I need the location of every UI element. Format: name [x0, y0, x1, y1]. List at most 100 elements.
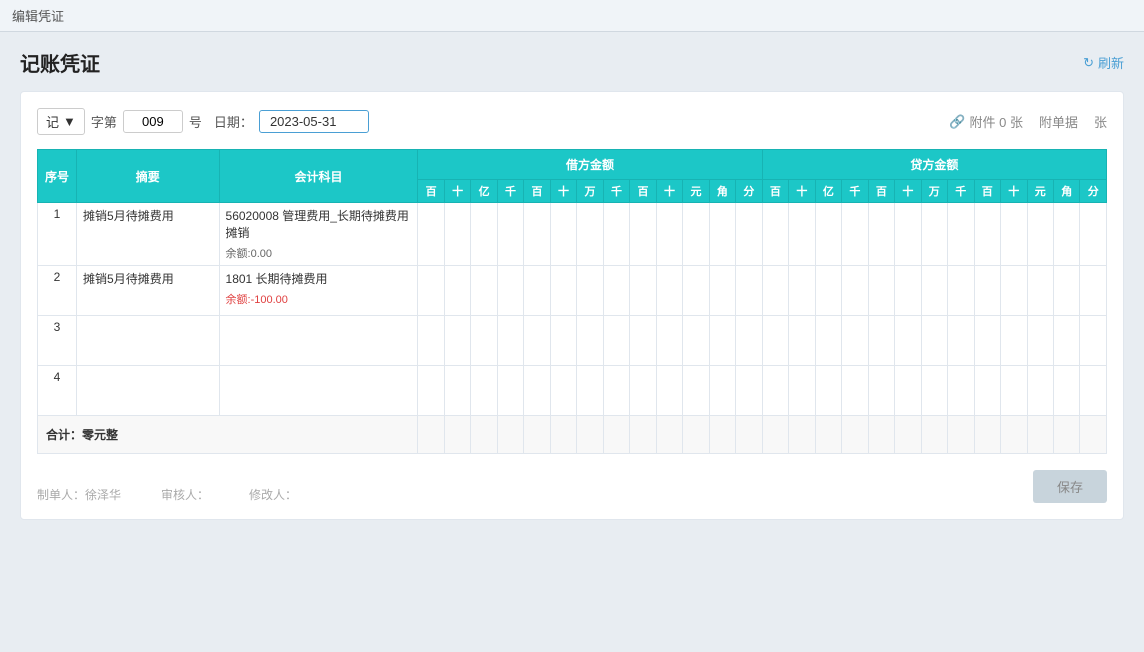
row-0-debit-10[interactable] [683, 203, 709, 266]
row-3-debit-9[interactable] [656, 366, 682, 416]
row-1-credit-3[interactable] [842, 266, 868, 316]
row-3-debit-10[interactable] [683, 366, 709, 416]
row-3-debit-4[interactable] [524, 366, 550, 416]
row-0-debit-4[interactable] [524, 203, 550, 266]
row-2-credit-9[interactable] [1001, 316, 1027, 366]
row-3-credit-6[interactable] [921, 366, 947, 416]
row-3-credit-1[interactable] [789, 366, 815, 416]
row-1-credit-5[interactable] [895, 266, 921, 316]
row-1-debit-3[interactable] [497, 266, 523, 316]
row-2-debit-0[interactable] [418, 316, 444, 366]
row-2-credit-3[interactable] [842, 316, 868, 366]
row-2-credit-4[interactable] [868, 316, 894, 366]
row-3-debit-5[interactable] [550, 366, 576, 416]
row-3-debit-0[interactable] [418, 366, 444, 416]
row-0-credit-9[interactable] [1001, 203, 1027, 266]
row-3-credit-9[interactable] [1001, 366, 1027, 416]
row-1-debit-9[interactable] [656, 266, 682, 316]
row-0-debit-5[interactable] [550, 203, 576, 266]
save-button[interactable]: 保存 [1033, 470, 1107, 503]
row-3-debit-8[interactable] [630, 366, 656, 416]
row-2-credit-11[interactable] [1053, 316, 1079, 366]
row-1-credit-11[interactable] [1053, 266, 1079, 316]
row-0-credit-1[interactable] [789, 203, 815, 266]
row-2-account[interactable] [219, 316, 418, 366]
row-0-credit-7[interactable] [948, 203, 974, 266]
row-2-debit-9[interactable] [656, 316, 682, 366]
row-1-credit-1[interactable] [789, 266, 815, 316]
row-1-debit-6[interactable] [577, 266, 603, 316]
row-3-debit-1[interactable] [444, 366, 470, 416]
row-0-credit-11[interactable] [1053, 203, 1079, 266]
row-0-credit-4[interactable] [868, 203, 894, 266]
row-2-credit-0[interactable] [762, 316, 788, 366]
row-2-debit-10[interactable] [683, 316, 709, 366]
row-2-debit-2[interactable] [471, 316, 497, 366]
row-2-debit-5[interactable] [550, 316, 576, 366]
row-3-credit-5[interactable] [895, 366, 921, 416]
row-2-debit-1[interactable] [444, 316, 470, 366]
row-3-debit-2[interactable] [471, 366, 497, 416]
row-3-debit-3[interactable] [497, 366, 523, 416]
row-0-credit-6[interactable] [921, 203, 947, 266]
row-3-credit-2[interactable] [815, 366, 841, 416]
row-3-debit-6[interactable] [577, 366, 603, 416]
row-3-credit-4[interactable] [868, 366, 894, 416]
row-2-debit-8[interactable] [630, 316, 656, 366]
row-0-debit-3[interactable] [497, 203, 523, 266]
row-3-credit-3[interactable] [842, 366, 868, 416]
row-2-debit-6[interactable] [577, 316, 603, 366]
row-1-account[interactable]: 1801 长期待摊费用余额:-100.00 [219, 266, 418, 316]
row-3-credit-12[interactable] [1080, 366, 1107, 416]
date-input[interactable] [259, 110, 369, 133]
row-1-credit-8[interactable] [974, 266, 1000, 316]
row-0-credit-0[interactable] [762, 203, 788, 266]
row-0-summary[interactable]: 摊销5月待摊费用 [77, 203, 220, 266]
row-0-credit-12[interactable] [1080, 203, 1107, 266]
row-0-debit-11[interactable] [709, 203, 735, 266]
row-1-debit-5[interactable] [550, 266, 576, 316]
row-1-debit-8[interactable] [630, 266, 656, 316]
row-0-debit-1[interactable] [444, 203, 470, 266]
row-3-credit-7[interactable] [948, 366, 974, 416]
row-0-debit-6[interactable] [577, 203, 603, 266]
row-3-debit-7[interactable] [603, 366, 629, 416]
row-2-credit-6[interactable] [921, 316, 947, 366]
attachment-link[interactable]: 🔗 附件 0 张 [949, 112, 1023, 131]
row-3-credit-0[interactable] [762, 366, 788, 416]
row-1-debit-11[interactable] [709, 266, 735, 316]
row-3-account[interactable] [219, 366, 418, 416]
row-0-debit-12[interactable] [736, 203, 762, 266]
row-3-debit-11[interactable] [709, 366, 735, 416]
row-2-credit-2[interactable] [815, 316, 841, 366]
row-1-debit-7[interactable] [603, 266, 629, 316]
row-3-credit-10[interactable] [1027, 366, 1053, 416]
row-1-credit-7[interactable] [948, 266, 974, 316]
row-3-credit-8[interactable] [974, 366, 1000, 416]
row-2-debit-7[interactable] [603, 316, 629, 366]
row-0-account[interactable]: 56020008 管理费用_长期待摊费用摊销余额:0.00 [219, 203, 418, 266]
refresh-button[interactable]: ↻ 刷新 [1083, 53, 1124, 72]
row-1-credit-10[interactable] [1027, 266, 1053, 316]
row-1-credit-12[interactable] [1080, 266, 1107, 316]
row-1-credit-6[interactable] [921, 266, 947, 316]
row-0-debit-9[interactable] [656, 203, 682, 266]
row-2-credit-8[interactable] [974, 316, 1000, 366]
row-3-summary[interactable] [77, 366, 220, 416]
row-1-debit-1[interactable] [444, 266, 470, 316]
row-2-credit-1[interactable] [789, 316, 815, 366]
row-2-credit-12[interactable] [1080, 316, 1107, 366]
row-1-credit-4[interactable] [868, 266, 894, 316]
row-0-credit-3[interactable] [842, 203, 868, 266]
row-0-credit-8[interactable] [974, 203, 1000, 266]
attach-single-link[interactable]: 附单据 [1039, 112, 1078, 131]
row-1-debit-0[interactable] [418, 266, 444, 316]
row-2-credit-7[interactable] [948, 316, 974, 366]
row-3-credit-11[interactable] [1053, 366, 1079, 416]
row-0-debit-7[interactable] [603, 203, 629, 266]
row-1-debit-2[interactable] [471, 266, 497, 316]
row-1-debit-10[interactable] [683, 266, 709, 316]
row-2-credit-5[interactable] [895, 316, 921, 366]
row-2-debit-11[interactable] [709, 316, 735, 366]
row-1-credit-0[interactable] [762, 266, 788, 316]
